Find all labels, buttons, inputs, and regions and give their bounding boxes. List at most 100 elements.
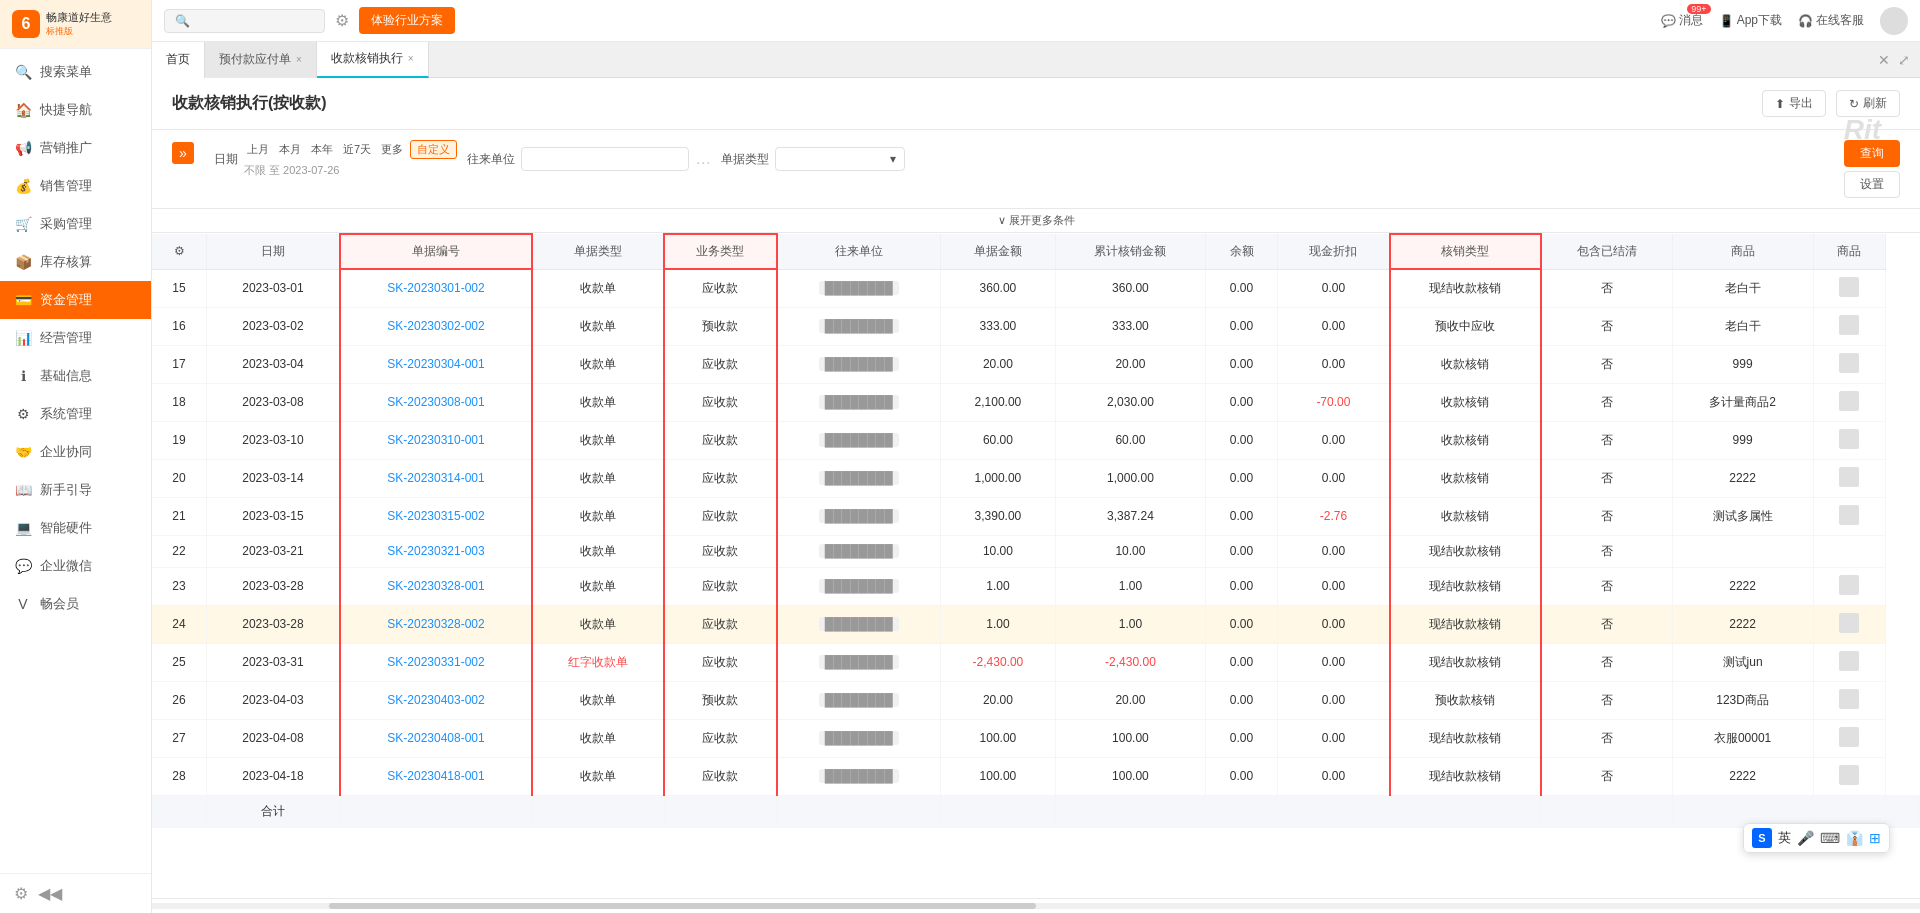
more-conditions-btn[interactable]: … [695, 150, 711, 168]
solution-button[interactable]: 体验行业方案 [359, 7, 455, 34]
filter-toggle-button[interactable]: » [172, 142, 194, 164]
sidebar-item-search[interactable]: 🔍搜索菜单 [0, 53, 151, 91]
cell-biz-type: 应收款 [664, 643, 777, 681]
sidebar-item-inventory[interactable]: 📦库存核算 [0, 243, 151, 281]
collapse-icon[interactable]: ◀◀ [38, 884, 62, 903]
cell-goods-image [1813, 459, 1885, 497]
messages-button[interactable]: 💬 消息 99+ [1661, 12, 1703, 29]
voucher-no-link[interactable]: SK-20230408-001 [387, 731, 484, 745]
cell-writeoff-type: 现结收款核销 [1390, 269, 1541, 307]
cell-date: 2023-04-18 [207, 757, 340, 795]
cell-date: 2023-03-04 [207, 345, 340, 383]
expand-more-button[interactable]: ∨ 展开更多条件 [998, 213, 1075, 228]
header-actions: ⬆ 导出 ↻ 刷新 [1762, 90, 1900, 117]
setting-button[interactable]: 设置 [1844, 171, 1900, 198]
voucher-no-link[interactable]: SK-20230304-001 [387, 357, 484, 371]
export-button[interactable]: ⬆ 导出 [1762, 90, 1826, 117]
search-input[interactable] [194, 14, 314, 28]
cell-rownum: 20 [152, 459, 207, 497]
settings-icon[interactable]: ⚙ [14, 884, 28, 903]
total-label: 合计 [207, 795, 340, 827]
sidebar-icon-member: V [14, 596, 32, 612]
sidebar-item-purchase[interactable]: 🛒采购管理 [0, 205, 151, 243]
app-download-button[interactable]: 📱 App下载 [1719, 12, 1782, 29]
voucher-no-link[interactable]: SK-20230321-003 [387, 544, 484, 558]
close-all-tabs-icon[interactable]: ✕ [1878, 52, 1890, 68]
query-button[interactable]: 查询 [1844, 140, 1900, 167]
user-avatar[interactable] [1880, 7, 1908, 35]
sidebar-item-guide[interactable]: 📖新手引导 [0, 471, 151, 509]
voucher-no-link[interactable]: SK-20230403-002 [387, 693, 484, 707]
tab-collection[interactable]: 收款核销执行× [317, 42, 429, 78]
grid-icon[interactable]: ⊞ [1869, 830, 1881, 846]
sidebar-item-basic[interactable]: ℹ基础信息 [0, 357, 151, 395]
sidebar-item-wechat[interactable]: 💬企业微信 [0, 547, 151, 585]
keyboard-icon[interactable]: ⌨ [1820, 830, 1840, 846]
tab-close-prepay[interactable]: × [296, 54, 302, 65]
refresh-button[interactable]: ↻ 刷新 [1836, 90, 1900, 117]
voucher-type-select[interactable] [775, 147, 905, 171]
mic-icon[interactable]: 🎤 [1797, 830, 1814, 846]
sidebar-item-marketing[interactable]: 📢营销推广 [0, 129, 151, 167]
cell-biz-type: 应收款 [664, 383, 777, 421]
voucher-no-link[interactable]: SK-20230308-001 [387, 395, 484, 409]
sidebar-item-finance[interactable]: 💳资金管理 [0, 281, 151, 319]
tab-prepay[interactable]: 预付款应付单× [205, 42, 317, 78]
this-month-shortcut[interactable]: 本月 [276, 141, 304, 158]
cell-amount: 100.00 [940, 757, 1055, 795]
sidebar-item-hardware[interactable]: 💻智能硬件 [0, 509, 151, 547]
scroll-thumb[interactable] [329, 903, 1036, 909]
date-shortcuts: 上月 本月 本年 近7天 更多 自定义 [244, 140, 457, 159]
voucher-no-link[interactable]: SK-20230314-001 [387, 471, 484, 485]
tab-home[interactable]: 首页 [152, 42, 205, 78]
sidebar-item-system[interactable]: ⚙系统管理 [0, 395, 151, 433]
sidebar-item-sales[interactable]: 💰销售管理 [0, 167, 151, 205]
goods-thumbnail [1839, 613, 1859, 633]
th-include_settled: 包含已结清 [1541, 234, 1672, 269]
sidebar-item-shortcut[interactable]: 🏠快捷导航 [0, 91, 151, 129]
voucher-no-link[interactable]: SK-20230302-002 [387, 319, 484, 333]
cell-goods: 2222 [1672, 757, 1813, 795]
sidebar-item-cooperation[interactable]: 🤝企业协同 [0, 433, 151, 471]
cell-partner: ████████ [777, 383, 940, 421]
cell-goods: 衣服00001 [1672, 719, 1813, 757]
sidebar-item-operations[interactable]: 📊经营管理 [0, 319, 151, 357]
voucher-no-link[interactable]: SK-20230301-002 [387, 281, 484, 295]
more-shortcut[interactable]: 更多 [378, 141, 406, 158]
voucher-no-link[interactable]: SK-20230328-002 [387, 617, 484, 631]
voucher-no-link[interactable]: SK-20230328-001 [387, 579, 484, 593]
cell-partner: ████████ [777, 345, 940, 383]
custom-date-button[interactable]: 自定义 [410, 140, 457, 159]
cell-balance: 0.00 [1205, 643, 1277, 681]
voucher-no-link[interactable]: SK-20230331-002 [387, 655, 484, 669]
cell-goods-image [1813, 535, 1885, 567]
cell-cumulative-writeoff: 20.00 [1056, 345, 1206, 383]
blurred-partner: ████████ [819, 471, 899, 485]
voucher-no-link[interactable]: SK-20230310-001 [387, 433, 484, 447]
main-area: 🔍 ⚙ 体验行业方案 💬 消息 99+ 📱 App下载 🎧 在线客服 首页预付款… [152, 0, 1920, 913]
cell-include-settled: 否 [1541, 757, 1672, 795]
cell-partner: ████████ [777, 643, 940, 681]
table-row: 232023-03-28SK-20230328-001收款单应收款███████… [152, 567, 1920, 605]
cell-date: 2023-03-02 [207, 307, 340, 345]
sidebar-item-member[interactable]: V畅会员 [0, 585, 151, 623]
maximize-icon[interactable]: ⤢ [1898, 52, 1910, 68]
tab-close-collection[interactable]: × [408, 53, 414, 64]
this-year-shortcut[interactable]: 本年 [308, 141, 336, 158]
shirt-icon[interactable]: 👔 [1846, 830, 1863, 846]
settings-col-icon[interactable]: ⚙ [174, 244, 185, 258]
voucher-no-link[interactable]: SK-20230315-002 [387, 509, 484, 523]
online-service-button[interactable]: 🎧 在线客服 [1798, 12, 1864, 29]
blurred-partner: ████████ [819, 433, 899, 447]
cell-biz-type: 应收款 [664, 757, 777, 795]
cell-goods: 测试多属性 [1672, 497, 1813, 535]
partner-input[interactable] [521, 147, 689, 171]
cell-writeoff-type: 收款核销 [1390, 421, 1541, 459]
search-box[interactable]: 🔍 [164, 9, 325, 33]
cell-voucher-type: 收款单 [532, 345, 664, 383]
voucher-no-link[interactable]: SK-20230418-001 [387, 769, 484, 783]
last7-shortcut[interactable]: 近7天 [340, 141, 374, 158]
gear-icon[interactable]: ⚙ [335, 11, 349, 30]
blurred-partner: ████████ [819, 281, 899, 295]
last-month-shortcut[interactable]: 上月 [244, 141, 272, 158]
